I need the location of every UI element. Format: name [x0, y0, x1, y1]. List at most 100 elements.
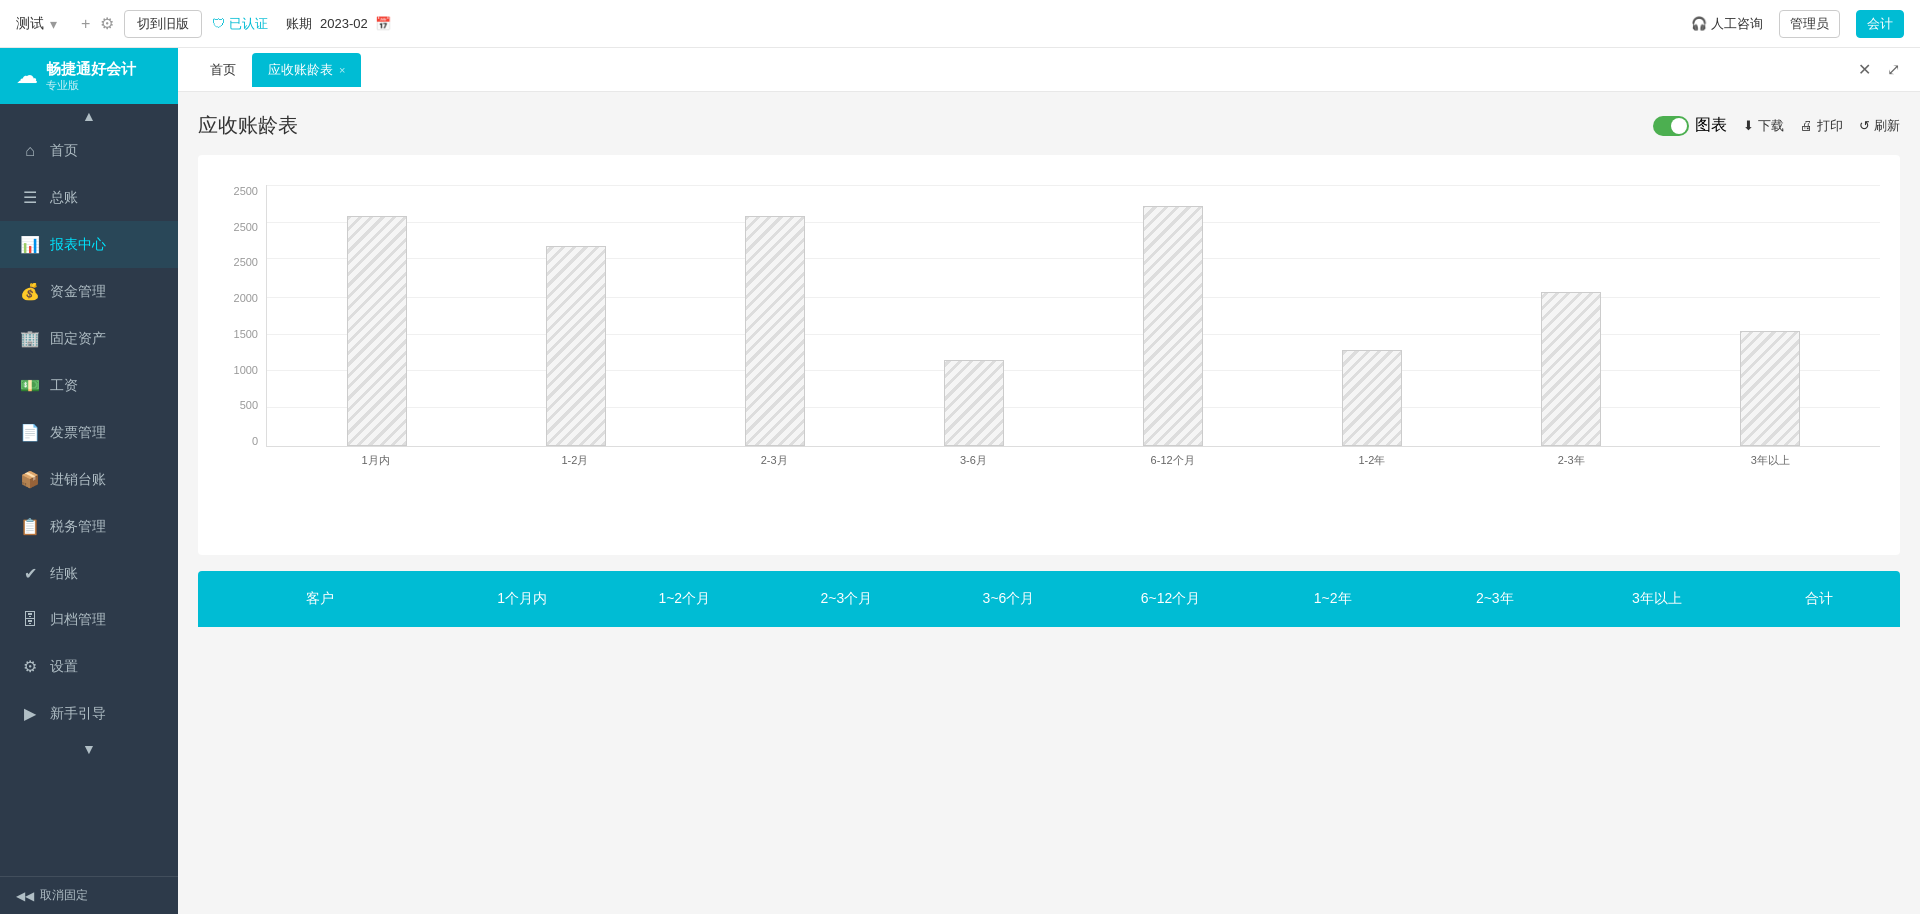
period-label: 账期: [286, 16, 312, 31]
expand-tab-button[interactable]: ⤢: [1883, 56, 1904, 83]
y-label-2500-3: 2500: [234, 256, 258, 268]
page-title: 应收账龄表: [198, 112, 298, 139]
checkout-icon: ✔: [20, 564, 40, 583]
scroll-up-arrow[interactable]: ▲: [0, 104, 178, 128]
sidebar-item-reports[interactable]: 📊 报表中心: [0, 221, 178, 268]
header-actions: + ⚙ 切到旧版 🛡 已认证 账期 2023-02 📅: [81, 10, 391, 38]
sidebar-item-salary[interactable]: 💵 工资: [0, 362, 178, 409]
x-label-3y: 3年以上: [1735, 453, 1805, 475]
guide-icon: ▶: [20, 704, 40, 723]
sidebar-item-invoice[interactable]: 📄 发票管理: [0, 409, 178, 456]
bar-group-1m: [347, 216, 407, 446]
funds-icon: 💰: [20, 282, 40, 301]
download-icon: ⬇: [1743, 118, 1754, 133]
gear-icon[interactable]: ⚙: [100, 14, 114, 33]
sidebar-item-settings[interactable]: ⚙ 设置: [0, 643, 178, 690]
bar-group-12y: [1342, 350, 1402, 446]
unpin-button[interactable]: ◀◀ 取消固定: [16, 887, 162, 904]
scroll-down-arrow[interactable]: ▼: [0, 737, 178, 761]
logo-icon: ☁: [16, 63, 38, 89]
th-23y: 2~3年: [1414, 590, 1576, 608]
bar-2-3year: [1541, 292, 1601, 446]
settings-icon: ⚙: [20, 657, 40, 676]
archive-icon: 🗄: [20, 611, 40, 629]
bars-container: [267, 206, 1880, 446]
tab-ar-aging[interactable]: 应收账龄表 ×: [252, 53, 361, 87]
reports-icon: 📊: [20, 235, 40, 254]
download-button[interactable]: ⬇ 下载: [1743, 117, 1784, 135]
home-icon: ⌂: [20, 142, 40, 160]
sidebar-item-archive[interactable]: 🗄 归档管理: [0, 597, 178, 643]
accountant-button[interactable]: 会计: [1856, 10, 1904, 38]
y-label-0: 0: [252, 435, 258, 447]
x-label-36m: 3-6月: [938, 453, 1008, 475]
chart-toggle[interactable]: 图表: [1653, 115, 1727, 136]
th-23m: 2~3个月: [765, 590, 927, 608]
print-button[interactable]: 🖨 打印: [1800, 117, 1843, 135]
x-labels: 1月内 1-2月 2-3月 3-6月 6-12个月 1-2年 2-3年 3年以上: [266, 447, 1880, 475]
sidebar-item-guide[interactable]: ▶ 新手引导: [0, 690, 178, 737]
x-label-23m: 2-3月: [739, 453, 809, 475]
consult-button[interactable]: 🎧 人工咨询: [1691, 15, 1763, 33]
sidebar-item-label: 总账: [50, 189, 78, 207]
bar-1-2year: [1342, 350, 1402, 446]
y-label-1000: 1000: [234, 364, 258, 376]
th-total: 合计: [1738, 590, 1900, 608]
bar-group-23y: [1541, 292, 1601, 446]
print-icon: 🖨: [1800, 118, 1813, 133]
bar-1-2month: [546, 246, 606, 446]
certified-label: 已认证: [229, 15, 268, 33]
salary-icon: 💵: [20, 376, 40, 395]
certified-badge: 🛡 已认证: [212, 15, 268, 33]
manager-button[interactable]: 管理员: [1779, 10, 1840, 38]
calendar-icon[interactable]: 📅: [375, 16, 391, 31]
logo-text: 畅捷通好会计: [46, 60, 136, 78]
sidebar-logo: ☁ 畅捷通好会计 专业版: [0, 48, 178, 104]
period-info: 账期 2023-02 📅: [286, 15, 391, 33]
sidebar-item-ledger[interactable]: ☰ 总账: [0, 174, 178, 221]
chevron-down-icon[interactable]: ▾: [50, 16, 57, 32]
sidebar-item-home[interactable]: ⌂ 首页: [0, 128, 178, 174]
logo-sub: 专业版: [46, 78, 136, 93]
unpin-label: 取消固定: [40, 887, 88, 904]
sidebar-item-funds[interactable]: 💰 资金管理: [0, 268, 178, 315]
sidebar-item-assets[interactable]: 🏢 固定资产: [0, 315, 178, 362]
th-customer: 客户: [198, 590, 441, 608]
bar-group-612m: [1143, 206, 1203, 446]
bar-group-23m: [745, 216, 805, 446]
tab-home[interactable]: 首页: [194, 53, 252, 87]
x-label-23y: 2-3年: [1536, 453, 1606, 475]
sidebar-item-label: 报表中心: [50, 236, 106, 254]
download-label: 下载: [1758, 117, 1784, 135]
bar-2-3month: [745, 216, 805, 446]
sidebar-item-label: 固定资产: [50, 330, 106, 348]
project-name: 测试: [16, 15, 44, 33]
sidebar-item-label: 首页: [50, 142, 78, 160]
print-label: 打印: [1817, 117, 1843, 135]
refresh-button[interactable]: ↺ 刷新: [1859, 117, 1900, 135]
project-selector[interactable]: 测试 ▾: [16, 15, 57, 33]
content-area: 首页 应收账龄表 × ✕ ⤢ 应收账龄表: [178, 48, 1920, 914]
switch-old-button[interactable]: 切到旧版: [124, 10, 202, 38]
consult-label: 人工咨询: [1711, 15, 1763, 33]
main-container: ☁ 畅捷通好会计 专业版 ▲ ⌂ 首页 ☰ 总账 📊 报表中心 💰 资金管: [0, 48, 1920, 914]
tabs-right: ✕ ⤢: [1854, 56, 1904, 83]
th-3y: 3年以上: [1576, 590, 1738, 608]
bar-group-36m: [944, 360, 1004, 446]
y-label-2500-2: 2500: [234, 221, 258, 233]
bar-group-12m: [546, 246, 606, 446]
tab-close-icon[interactable]: ×: [339, 64, 345, 76]
sidebar-item-label: 结账: [50, 565, 78, 583]
sidebar-item-checkout[interactable]: ✔ 结账: [0, 550, 178, 597]
toggle-track[interactable]: [1653, 116, 1689, 136]
period-value: 2023-02: [320, 16, 368, 31]
add-icon[interactable]: +: [81, 15, 90, 33]
inventory-icon: 📦: [20, 470, 40, 489]
th-612m: 6~12个月: [1090, 590, 1252, 608]
y-label-2000: 2000: [234, 292, 258, 304]
close-tab-button[interactable]: ✕: [1854, 56, 1875, 83]
sidebar-item-tax[interactable]: 📋 税务管理: [0, 503, 178, 550]
x-label-612m: 6-12个月: [1138, 453, 1208, 475]
sidebar-item-inventory[interactable]: 📦 进销台账: [0, 456, 178, 503]
chart-container: 2500 2500 2500 2000 1500 1000 500 0: [198, 155, 1900, 555]
